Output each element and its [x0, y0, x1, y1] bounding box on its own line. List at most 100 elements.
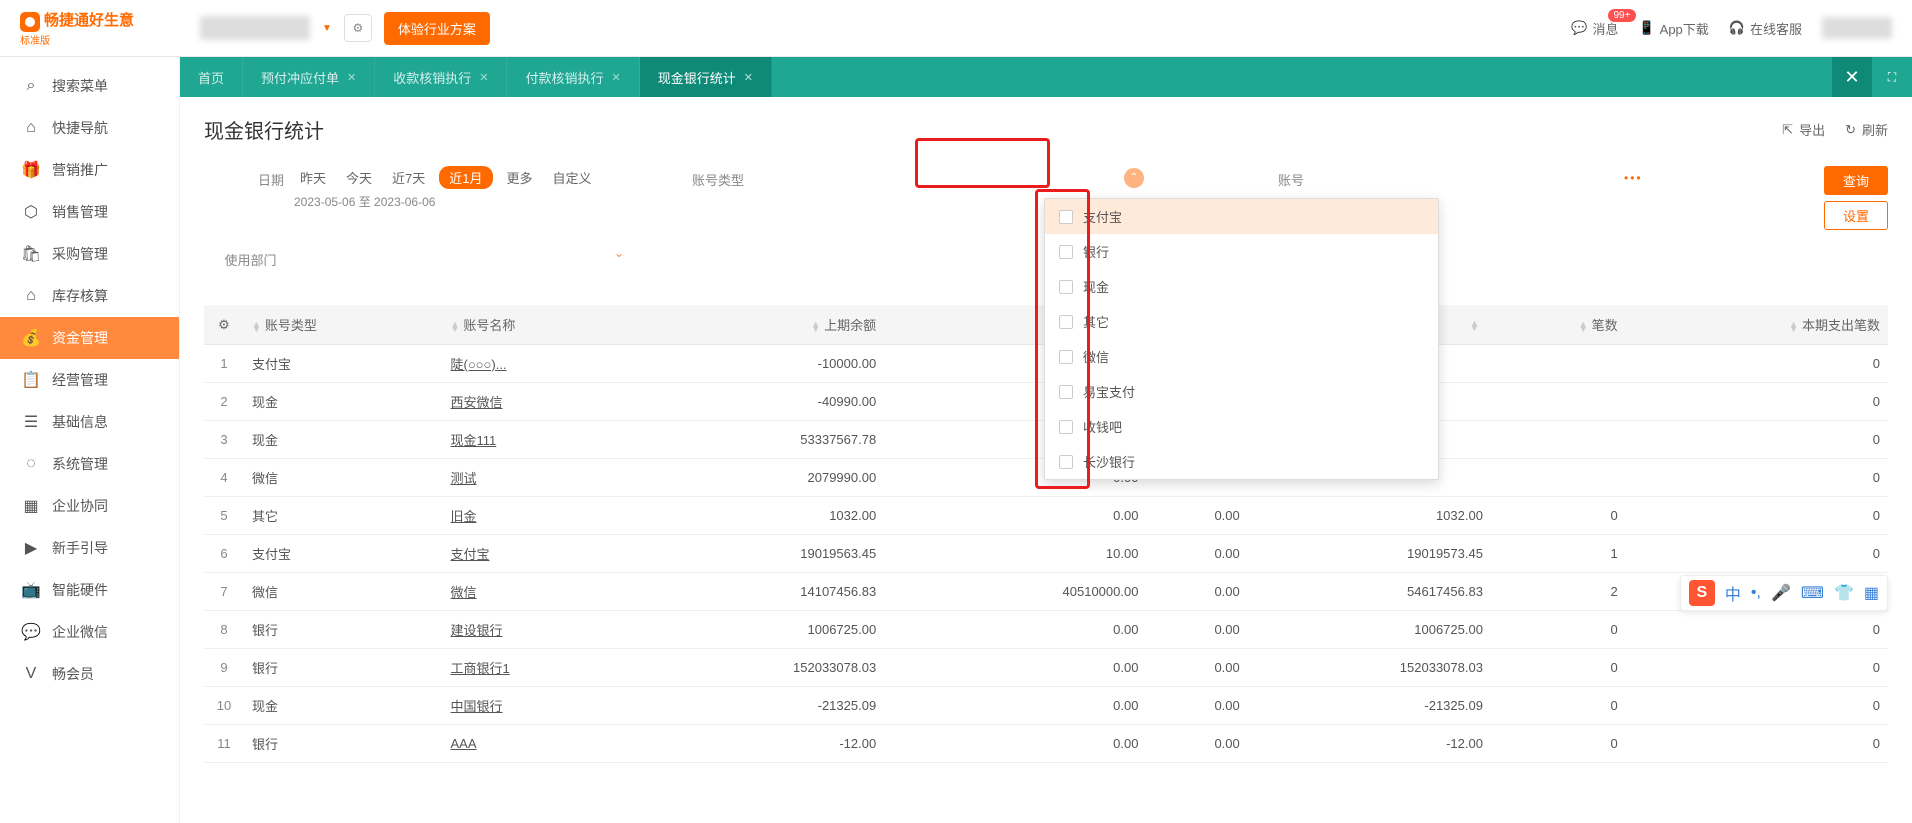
- cell-cnt: [1491, 421, 1626, 459]
- account-name-link[interactable]: 工商银行1: [451, 661, 510, 676]
- sort-icon: ▲▼: [811, 322, 820, 332]
- date-chip[interactable]: 近1月: [439, 166, 492, 189]
- ime-keyboard-icon[interactable]: ⌨: [1801, 583, 1824, 603]
- query-button[interactable]: 查询: [1824, 166, 1888, 195]
- account-name-link[interactable]: 中国银行: [451, 699, 503, 714]
- checkbox[interactable]: [1059, 210, 1073, 224]
- more-dots-button[interactable]: •••: [1624, 171, 1643, 185]
- close-icon[interactable]: ✕: [479, 71, 488, 84]
- ime-punct-icon[interactable]: •,: [1751, 584, 1761, 602]
- sidebar-item-4[interactable]: 🛍采购管理: [0, 233, 179, 275]
- sidebar-item-5[interactable]: ⌂库存核算: [0, 275, 179, 317]
- date-chip[interactable]: 近7天: [386, 166, 431, 189]
- messages-link[interactable]: 💬 消息 99+: [1571, 19, 1618, 38]
- cell-name: AAA: [443, 725, 642, 763]
- column-header[interactable]: ▲▼账号类型: [244, 305, 443, 345]
- sidebar-item-6[interactable]: 💰资金管理: [0, 317, 179, 359]
- ime-logo-icon[interactable]: S: [1689, 580, 1715, 606]
- department-select[interactable]: [287, 246, 604, 261]
- account-name-link[interactable]: 支付宝: [451, 547, 490, 562]
- dropdown-item[interactable]: 其它: [1045, 304, 1438, 339]
- dropdown-item[interactable]: 长沙银行: [1045, 444, 1438, 479]
- collapse-toggle-icon[interactable]: ⌃: [1124, 168, 1144, 188]
- account-name-link[interactable]: 西安微信: [451, 395, 503, 410]
- tab[interactable]: 首页: [180, 57, 243, 97]
- close-icon[interactable]: ✕: [347, 71, 356, 84]
- messages-badge: 99+: [1608, 9, 1637, 22]
- company-selector[interactable]: ▼ ⚙ 体验行业方案: [180, 12, 510, 45]
- tab[interactable]: 预付冲应付单✕: [243, 57, 375, 97]
- date-chip[interactable]: 自定义: [547, 166, 598, 189]
- account-name-link[interactable]: 建设银行: [451, 623, 503, 638]
- account-name-link[interactable]: 陡(○○○)...: [451, 357, 507, 372]
- date-chip[interactable]: 昨天: [294, 166, 332, 189]
- settings-gear-button[interactable]: ⚙: [344, 14, 372, 42]
- dropdown-item[interactable]: 现金: [1045, 269, 1438, 304]
- close-icon[interactable]: ✕: [744, 71, 753, 84]
- checkbox[interactable]: [1059, 245, 1073, 259]
- app-download-link[interactable]: 📱 App下载: [1638, 19, 1708, 38]
- dropdown-item[interactable]: 易宝支付: [1045, 374, 1438, 409]
- close-tab-button[interactable]: ✕: [1832, 57, 1872, 97]
- checkbox[interactable]: [1059, 385, 1073, 399]
- account-name-link[interactable]: 现金111: [451, 433, 497, 448]
- refresh-button[interactable]: ↻刷新: [1845, 120, 1888, 139]
- dropdown-item[interactable]: 微信: [1045, 339, 1438, 374]
- ime-mic-icon[interactable]: 🎤: [1771, 583, 1791, 603]
- export-button[interactable]: ⇱导出: [1782, 120, 1825, 139]
- sidebar-item-7[interactable]: 📋经营管理: [0, 359, 179, 401]
- account-name-link[interactable]: 测试: [451, 471, 477, 486]
- ime-lang[interactable]: 中: [1725, 581, 1741, 605]
- sidebar-item-14[interactable]: V畅会员: [0, 653, 179, 695]
- sidebar-item-1[interactable]: ⌂快捷导航: [0, 107, 179, 149]
- cell-prev: 19019563.45: [641, 535, 884, 573]
- ime-skin-icon[interactable]: 👕: [1834, 583, 1854, 603]
- cell-c5: 0.00: [1146, 649, 1247, 687]
- online-service-link[interactable]: 🎧 在线客服: [1729, 19, 1802, 38]
- fullscreen-button[interactable]: ⛶: [1872, 57, 1912, 97]
- sidebar-item-0[interactable]: ⌕搜索菜单: [0, 65, 179, 107]
- settings-button[interactable]: 设置: [1824, 201, 1888, 230]
- ime-toolbox-icon[interactable]: ▦: [1864, 583, 1879, 603]
- dropdown-item[interactable]: 银行: [1045, 234, 1438, 269]
- sidebar-item-label: 智能硬件: [52, 580, 108, 600]
- cell-c6: -21325.09: [1248, 687, 1491, 725]
- gear-icon[interactable]: ⚙: [218, 317, 230, 332]
- cell-name: 工商银行1: [443, 649, 642, 687]
- sidebar-item-13[interactable]: 💬企业微信: [0, 611, 179, 653]
- sidebar-item-8[interactable]: ☰基础信息: [0, 401, 179, 443]
- close-icon[interactable]: ✕: [612, 71, 621, 84]
- checkbox[interactable]: [1059, 350, 1073, 364]
- checkbox[interactable]: [1059, 455, 1073, 469]
- logo[interactable]: 畅捷通好生意 标准版: [0, 1, 180, 55]
- date-chip[interactable]: 更多: [501, 166, 539, 189]
- tab[interactable]: 付款核销执行✕: [507, 57, 639, 97]
- user-avatar-blurred[interactable]: [1822, 17, 1892, 39]
- column-header[interactable]: ▲▼上期余额: [641, 305, 884, 345]
- checkbox[interactable]: [1059, 420, 1073, 434]
- tab[interactable]: 收款核销执行✕: [375, 57, 507, 97]
- tab[interactable]: 现金银行统计✕: [640, 57, 772, 97]
- column-header[interactable]: ▲▼账号名称: [443, 305, 642, 345]
- account-name-link[interactable]: 微信: [451, 585, 477, 600]
- sidebar-item-11[interactable]: ▶新手引导: [0, 527, 179, 569]
- account-type-input[interactable]: [764, 170, 1114, 186]
- account-name-link[interactable]: AAA: [451, 736, 477, 751]
- dropdown-item[interactable]: 收钱吧: [1045, 409, 1438, 444]
- dropdown-item[interactable]: 支付宝: [1045, 199, 1438, 234]
- try-plan-button[interactable]: 体验行业方案: [384, 12, 490, 45]
- sidebar-item-12[interactable]: 📺智能硬件: [0, 569, 179, 611]
- sidebar-item-3[interactable]: ⬡销售管理: [0, 191, 179, 233]
- account-no-input[interactable]: [1314, 170, 1614, 186]
- checkbox[interactable]: [1059, 280, 1073, 294]
- chevron-down-icon[interactable]: ⌄: [614, 246, 624, 260]
- account-name-link[interactable]: 旧金: [451, 509, 477, 524]
- column-header[interactable]: ▲▼本期支出笔数: [1626, 305, 1888, 345]
- date-chip[interactable]: 今天: [340, 166, 378, 189]
- checkbox[interactable]: [1059, 315, 1073, 329]
- column-header[interactable]: ▲▼笔数: [1491, 305, 1626, 345]
- row-index: 3: [204, 421, 244, 459]
- sidebar-item-2[interactable]: 🎁营销推广: [0, 149, 179, 191]
- sidebar-item-10[interactable]: ▦企业协同: [0, 485, 179, 527]
- sidebar-item-9[interactable]: ◌系统管理: [0, 443, 179, 485]
